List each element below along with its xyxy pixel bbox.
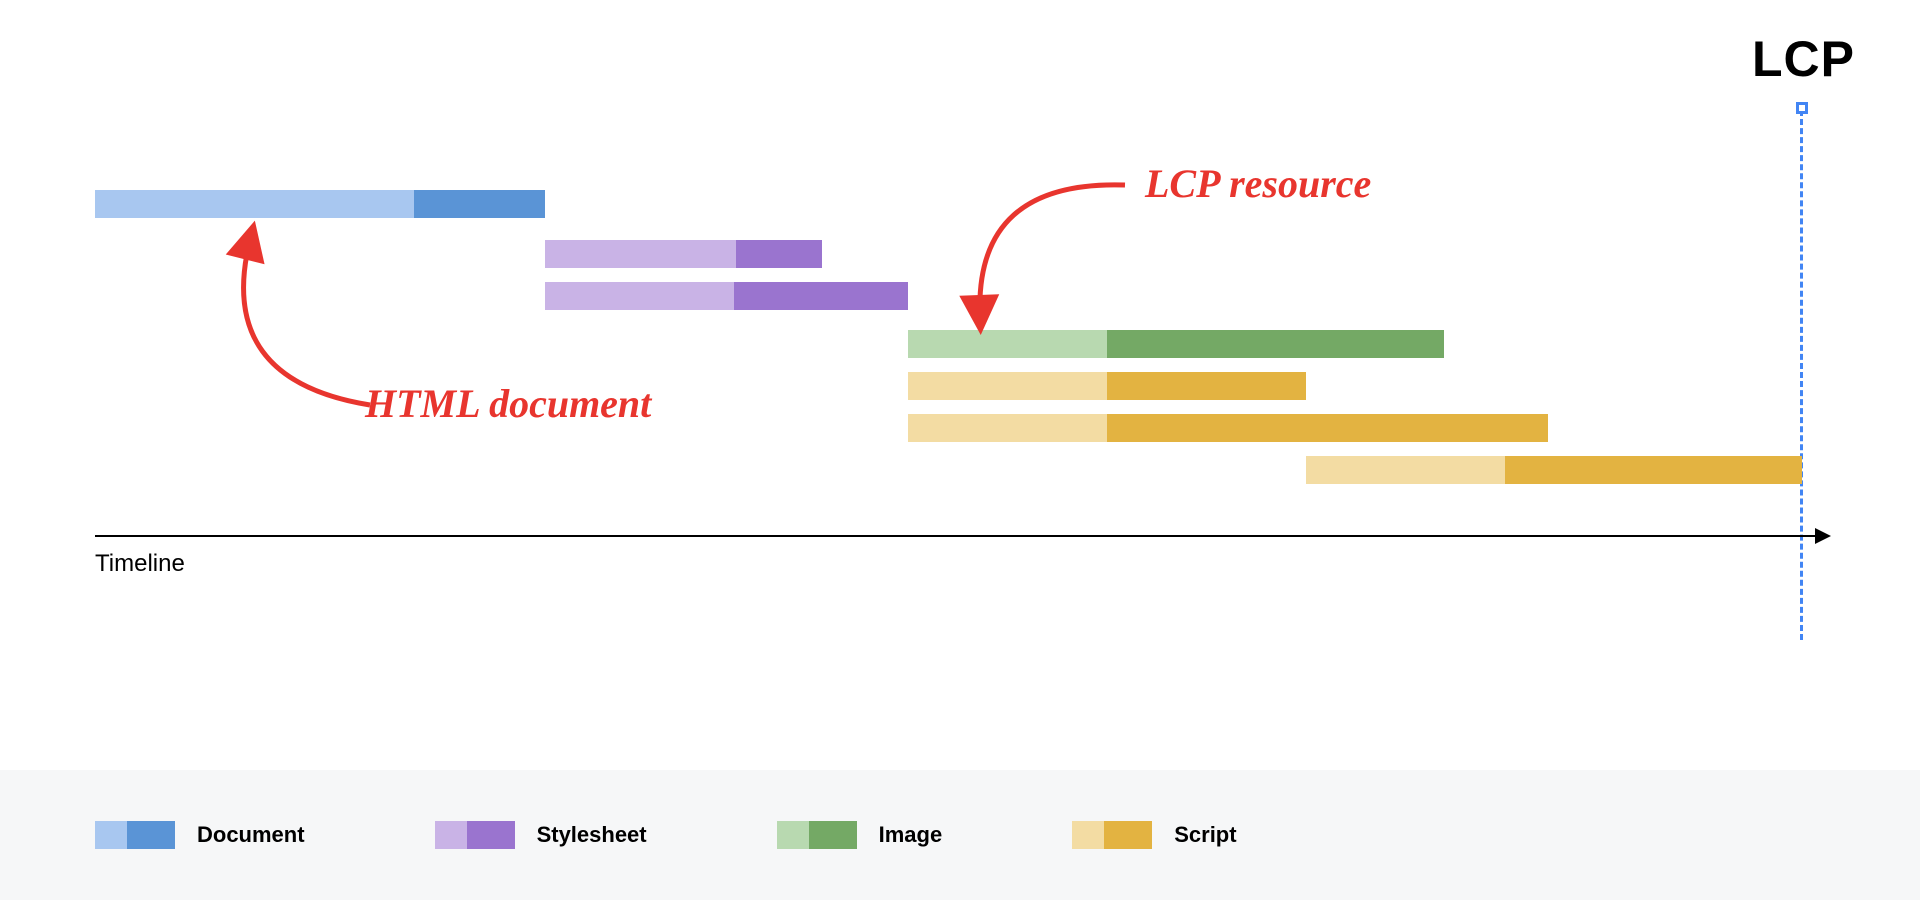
lcp-heading: LCP [1752,30,1855,88]
legend-item-stylesheet: Stylesheet [435,821,647,849]
legend-item-image: Image [777,821,943,849]
bar-image-lcp [908,330,1444,358]
legend: Document Stylesheet Image Script [0,770,1920,900]
bar-stylesheet-2 [545,282,908,310]
bar-script-2 [908,414,1548,442]
bar-script-1 [908,372,1306,400]
legend-label-document: Document [197,822,305,848]
legend-label-script: Script [1174,822,1236,848]
swatch-script [1072,821,1152,849]
swatch-image [777,821,857,849]
bar-document [95,190,545,218]
annotation-html-document: HTML document [365,380,651,427]
bar-stylesheet-1 [545,240,822,268]
legend-label-stylesheet: Stylesheet [537,822,647,848]
lcp-marker-line [1800,110,1803,640]
annotation-lcp-resource: LCP resource [1145,160,1371,207]
timeline-axis [95,535,1825,537]
timeline-axis-arrow-icon [1815,528,1831,544]
legend-item-script: Script [1072,821,1236,849]
lcp-marker-handle [1796,102,1808,114]
timeline-axis-label: Timeline [95,550,185,578]
swatch-document [95,821,175,849]
swatch-stylesheet [435,821,515,849]
legend-item-document: Document [95,821,305,849]
arrow-lcp-resource [895,170,1145,330]
bar-script-3 [1306,456,1803,484]
waterfall-chart: LCP LCP resource HTML document Timeline [95,90,1825,680]
legend-label-image: Image [879,822,943,848]
